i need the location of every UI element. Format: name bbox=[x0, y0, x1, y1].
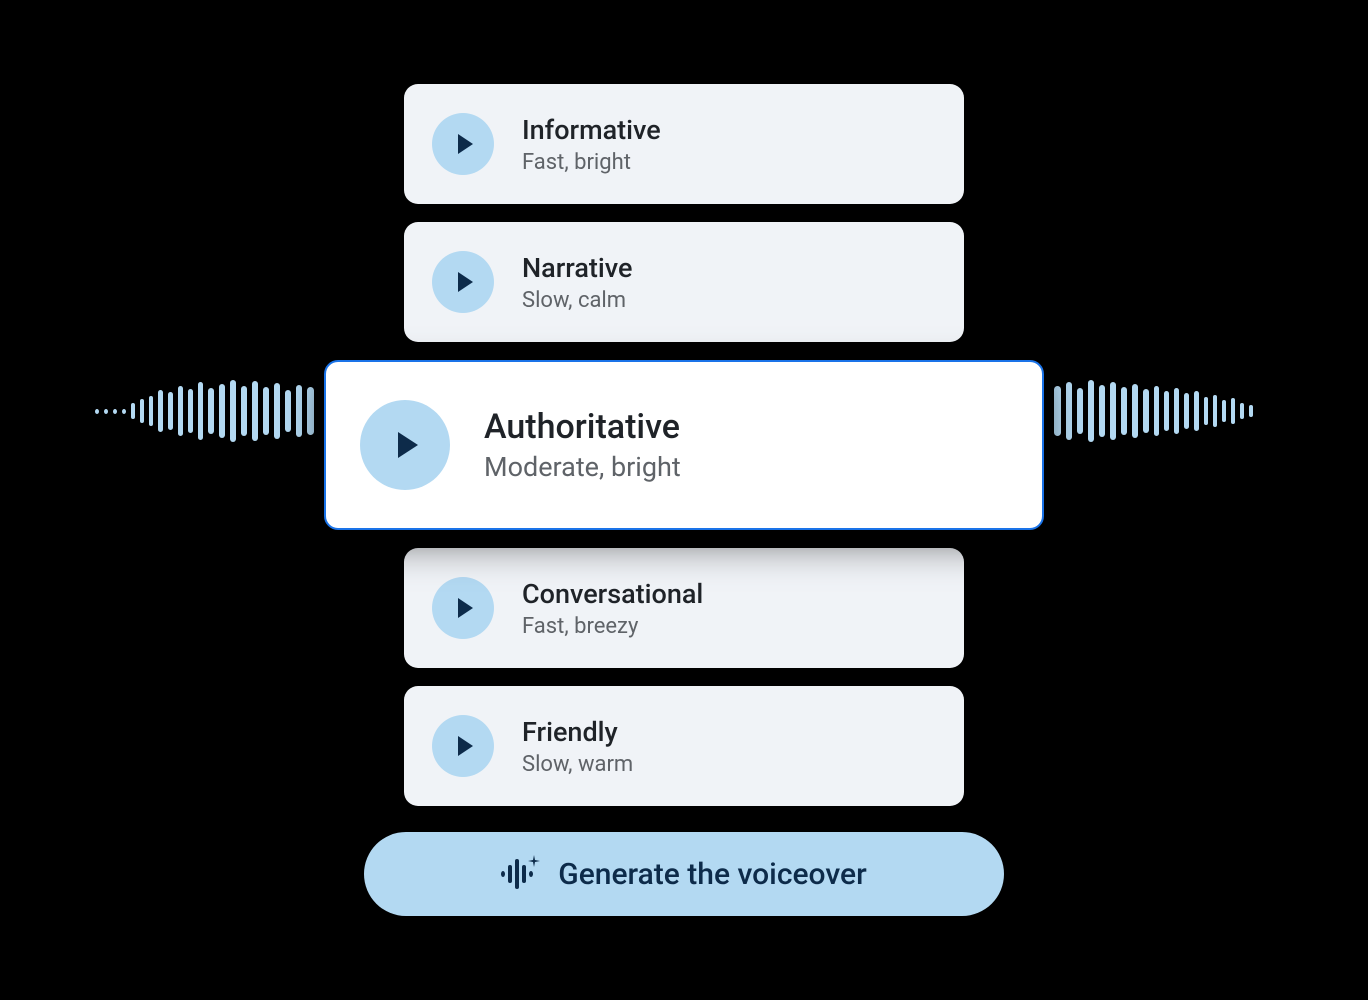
generate-voiceover-button[interactable]: Generate the voiceover bbox=[364, 832, 1004, 916]
waveform-left bbox=[95, 380, 314, 442]
play-button[interactable] bbox=[432, 715, 494, 777]
voice-title: Narrative bbox=[522, 252, 632, 284]
voice-card-text: Authoritative Moderate, bright bbox=[484, 407, 681, 483]
play-icon bbox=[458, 736, 473, 756]
play-icon bbox=[458, 272, 473, 292]
voice-subtitle: Slow, calm bbox=[522, 288, 632, 313]
play-icon bbox=[458, 134, 473, 154]
voice-title: Conversational bbox=[522, 578, 703, 610]
play-button[interactable] bbox=[360, 400, 450, 490]
play-icon bbox=[398, 432, 418, 458]
voice-card-informative[interactable]: Informative Fast, bright bbox=[404, 84, 964, 204]
voice-title: Friendly bbox=[522, 716, 633, 748]
voice-card-text: Conversational Fast, breezy bbox=[522, 578, 703, 639]
voice-card-conversational[interactable]: Conversational Fast, breezy bbox=[404, 548, 964, 668]
voice-title: Authoritative bbox=[484, 407, 681, 447]
voice-card-authoritative[interactable]: Authoritative Moderate, bright bbox=[324, 360, 1044, 530]
sparkle-waveform-icon bbox=[501, 859, 540, 889]
voice-subtitle: Fast, bright bbox=[522, 150, 661, 175]
voice-card-narrative[interactable]: Narrative Slow, calm bbox=[404, 222, 964, 342]
voice-card-text: Informative Fast, bright bbox=[522, 114, 661, 175]
voice-card-text: Narrative Slow, calm bbox=[522, 252, 632, 313]
voice-card-friendly[interactable]: Friendly Slow, warm bbox=[404, 686, 964, 806]
voice-subtitle: Fast, breezy bbox=[522, 614, 703, 639]
voice-subtitle: Moderate, bright bbox=[484, 451, 681, 483]
voice-title: Informative bbox=[522, 114, 661, 146]
play-icon bbox=[458, 598, 473, 618]
generate-label: Generate the voiceover bbox=[558, 857, 866, 892]
play-button[interactable] bbox=[432, 251, 494, 313]
voice-selector: Informative Fast, bright Narrative Slow,… bbox=[324, 84, 1044, 916]
play-button[interactable] bbox=[432, 577, 494, 639]
play-button[interactable] bbox=[432, 113, 494, 175]
voice-subtitle: Slow, warm bbox=[522, 752, 633, 777]
waveform-right bbox=[1054, 380, 1253, 442]
voice-card-text: Friendly Slow, warm bbox=[522, 716, 633, 777]
